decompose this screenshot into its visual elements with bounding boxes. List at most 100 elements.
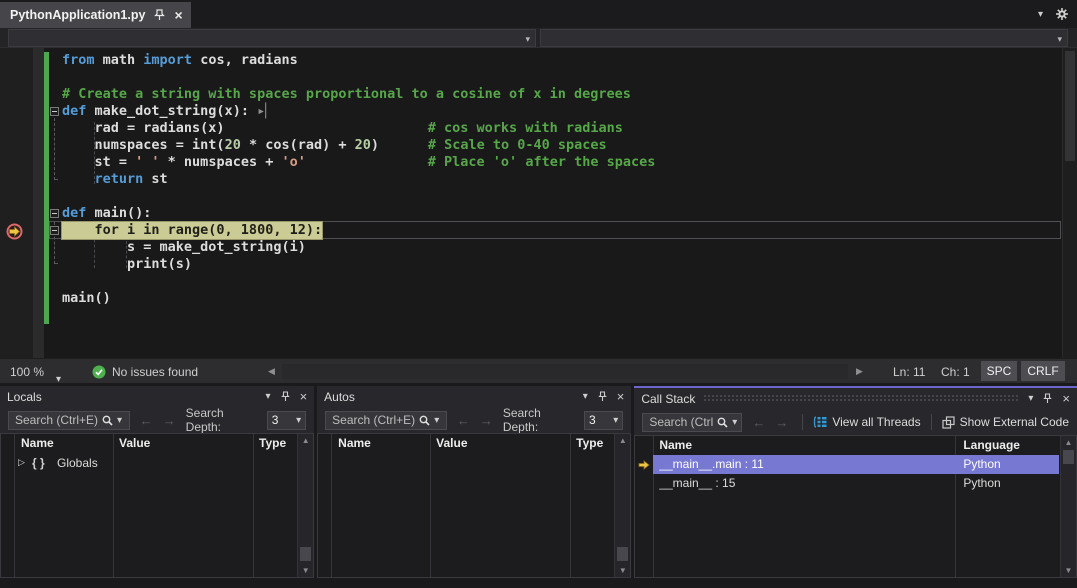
line-number-margin — [33, 48, 44, 358]
window-menu-icon[interactable]: ▾ — [266, 391, 271, 402]
callstack-row[interactable]: __main__.main : 11 Python — [635, 455, 1076, 474]
fold-collapse-marker[interactable] — [50, 209, 59, 218]
window-menu-icon[interactable]: ▾ — [583, 391, 588, 402]
editor-tab[interactable]: PythonApplication1.py × — [0, 2, 191, 28]
forward-icon[interactable]: → — [163, 413, 176, 428]
outline-connector — [54, 118, 58, 180]
locals-rows: ▷{ }Globals — [1, 453, 313, 472]
search-input[interactable]: Search (Ctrl+E) ▾ — [325, 411, 447, 430]
view-all-threads-button[interactable]: View all Threads — [813, 415, 920, 429]
search-input[interactable]: Search (Ctrl ▾ — [642, 413, 742, 432]
frame-name: __main__.main : 11 — [659, 457, 764, 471]
execution-highlight: for i in range(0, 1800, 12): — [62, 222, 322, 239]
pin-icon[interactable] — [598, 391, 607, 402]
code-line: # Create a string with spaces proportion… — [62, 86, 655, 103]
show-external-code-button[interactable]: Show External Code — [942, 415, 1069, 429]
close-icon[interactable]: × — [300, 389, 308, 404]
chevron-down-icon: ▾ — [1057, 34, 1062, 45]
code-line: print(s) — [62, 256, 655, 273]
pin-icon[interactable] — [1043, 393, 1052, 404]
code-line: s = make_dot_string(i) — [62, 239, 655, 256]
close-icon[interactable]: × — [174, 7, 182, 23]
code-line: for i in range(0, 1800, 12): — [62, 222, 655, 239]
breakpoint-current-statement-icon[interactable] — [6, 223, 23, 240]
zoom-level[interactable]: 100 % — [10, 359, 44, 384]
column-header-type[interactable]: Type — [576, 436, 603, 450]
vs-debugger-window: PythonApplication1.py × ▾ ▾ ▾ — [0, 0, 1077, 588]
window-menu-icon[interactable]: ▾ — [1028, 393, 1033, 404]
forward-icon[interactable]: → — [775, 415, 788, 430]
code-line: return st — [62, 171, 655, 188]
close-icon[interactable]: × — [1062, 391, 1070, 406]
tool-window-area: Locals ▾ × Search (Ctrl+E) ▾ ← → Search D… — [0, 386, 1077, 578]
line-ending-mode[interactable]: CRLF — [1021, 361, 1065, 381]
locals-grid: Name Value Type ▷{ }Globals ▲▼ — [0, 433, 314, 578]
locals-panel: Locals ▾ × Search (Ctrl+E) ▾ ←→ Search D… — [0, 386, 314, 578]
locals-row[interactable]: ▷{ }Globals — [1, 453, 313, 472]
spaces-mode[interactable]: SPC — [981, 361, 1017, 381]
column-header-name[interactable]: Name — [338, 436, 371, 450]
callstack-rows: __main__.main : 11Python__main__ : 15Pyt… — [635, 455, 1076, 493]
callstack-row[interactable]: __main__ : 15Python — [635, 474, 1076, 493]
gear-icon[interactable] — [1055, 7, 1069, 21]
external-code-icon — [942, 416, 955, 429]
code-line: from math import cos, radians — [62, 52, 655, 69]
breakpoint-margin[interactable] — [0, 48, 33, 358]
scroll-right-icon[interactable]: ▶ — [856, 359, 863, 384]
search-depth-select[interactable]: 3▾ — [584, 411, 623, 430]
column-header-language[interactable]: Language — [963, 438, 1020, 452]
frame-language: Python — [963, 476, 1000, 490]
fold-collapse-marker[interactable] — [50, 226, 59, 235]
code-line: st = ' ' * numspaces + 'o' # Place 'o' a… — [62, 154, 655, 171]
code-lines: from math import cos, radians # Create a … — [62, 52, 655, 307]
close-icon[interactable]: × — [617, 389, 625, 404]
line-indicator: Ln: 11 — [893, 359, 925, 384]
column-header-type[interactable]: Type — [259, 436, 286, 450]
chevron-down-icon[interactable]: ▾ — [117, 415, 122, 426]
callstack-scrollbar[interactable]: ▲▼ — [1060, 436, 1076, 577]
chevron-down-icon[interactable]: ▾ — [1038, 9, 1043, 20]
editor-vertical-scrollbar[interactable] — [1062, 48, 1077, 358]
code-line — [62, 273, 655, 290]
chevron-down-icon[interactable]: ▾ — [732, 417, 737, 428]
search-input[interactable]: Search (Ctrl+E) ▾ — [8, 411, 130, 430]
issues-check-icon — [92, 359, 106, 384]
chevron-down-icon[interactable]: ▾ — [434, 415, 439, 426]
column-header-name[interactable]: Name — [21, 436, 54, 450]
pin-icon[interactable] — [154, 9, 165, 21]
locals-scrollbar[interactable]: ▲▼ — [297, 434, 313, 577]
column-indicator: Ch: 1 — [941, 359, 970, 384]
back-icon[interactable]: ← — [752, 415, 765, 430]
variable-name: Globals — [57, 456, 98, 470]
scope-dropdown[interactable]: ▾ — [540, 29, 1068, 47]
editor-surface[interactable]: from math import cos, radians # Create a … — [0, 48, 1077, 358]
autos-scrollbar[interactable]: ▲▼ — [614, 434, 630, 577]
expander-icon[interactable]: ▷ — [18, 457, 25, 468]
fold-collapse-marker[interactable] — [50, 107, 59, 116]
pin-icon[interactable] — [281, 391, 290, 402]
code-line — [62, 69, 655, 86]
depth-label: Search Depth: — [503, 406, 578, 434]
back-icon[interactable]: ← — [140, 413, 153, 428]
horizontal-scrollbar[interactable] — [282, 364, 848, 379]
project-dropdown[interactable]: ▾ — [8, 29, 536, 47]
threads-icon — [813, 416, 827, 428]
forward-icon[interactable]: → — [480, 413, 493, 428]
frame-language: Python — [963, 457, 1000, 471]
issues-status[interactable]: No issues found — [112, 359, 198, 384]
callstack-grid: Name Language __main__.main : 11Python__… — [634, 435, 1077, 578]
search-icon — [419, 415, 430, 426]
column-header-value[interactable]: Value — [119, 436, 150, 450]
code-line: def make_dot_string(x): ▸▏ — [62, 103, 655, 120]
column-header-name[interactable]: Name — [659, 438, 692, 452]
search-depth-select[interactable]: 3▾ — [267, 411, 306, 430]
current-frame-arrow-icon — [635, 455, 653, 474]
panel-title: Call Stack — [641, 392, 695, 406]
scroll-left-icon[interactable]: ◀ — [268, 359, 275, 384]
search-icon — [717, 417, 728, 428]
back-icon[interactable]: ← — [457, 413, 470, 428]
column-header-value[interactable]: Value — [436, 436, 467, 450]
panel-title: Locals — [7, 390, 42, 404]
callstack-panel: Call Stack ▾ × Search (Ctrl ▾ ← → — [634, 386, 1077, 578]
panel-title: Autos — [324, 390, 355, 404]
